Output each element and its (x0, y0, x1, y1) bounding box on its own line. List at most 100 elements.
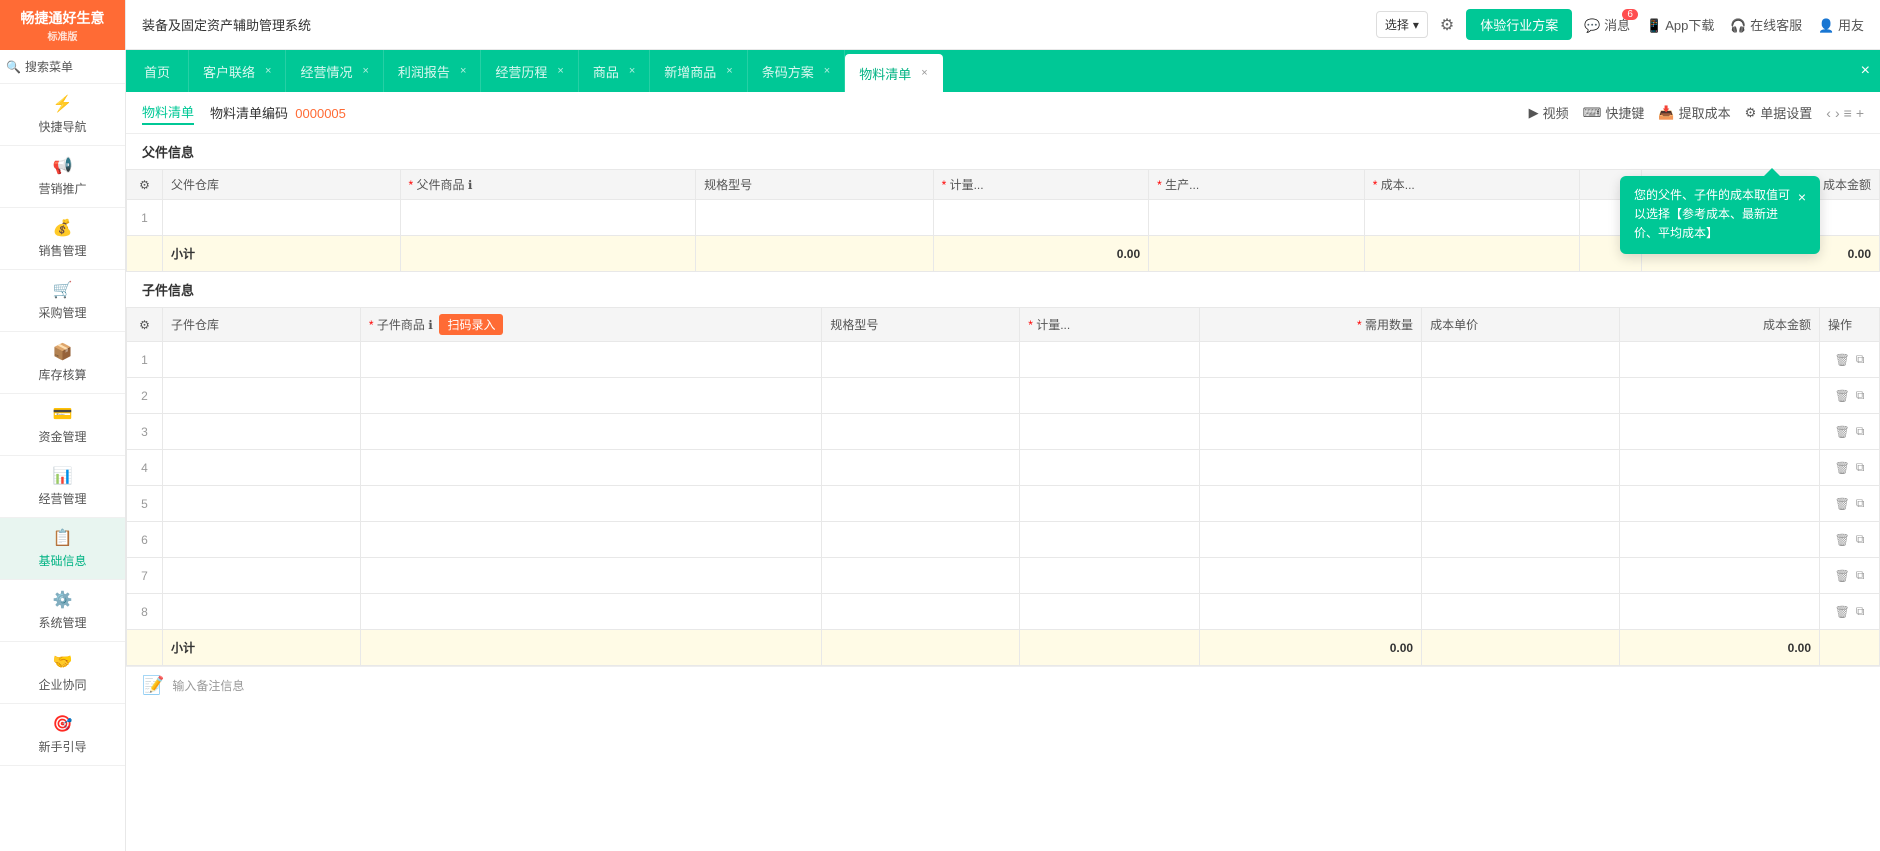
sidebar-item-basic-info[interactable]: 📋 基础信息 (0, 518, 125, 580)
tab-customers[interactable]: 客户联络 × (189, 50, 286, 92)
copy-icon-5[interactable]: ⧉ (1856, 496, 1865, 511)
child-row-6-unit[interactable] (1020, 522, 1200, 558)
child-row-8-needed-qty[interactable] (1199, 594, 1421, 630)
child-row-4-warehouse[interactable] (163, 450, 361, 486)
child-row-8-spec[interactable] (822, 594, 1020, 630)
parent-row-1-spec[interactable] (696, 200, 934, 236)
child-row-5-warehouse[interactable] (163, 486, 361, 522)
child-row-6-warehouse[interactable] (163, 522, 361, 558)
tab-products-close[interactable]: × (629, 65, 635, 77)
parent-row-1-unit[interactable] (933, 200, 1149, 236)
child-row-3-warehouse[interactable] (163, 414, 361, 450)
child-row-8-product[interactable] (360, 594, 821, 630)
tab-operations-status[interactable]: 经营情况 × (286, 50, 383, 92)
child-row-4-unit[interactable] (1020, 450, 1200, 486)
nav-list-btn[interactable]: ≡ (1844, 105, 1852, 121)
child-row-6-unit-cost[interactable] (1422, 522, 1620, 558)
experience-btn[interactable]: 体验行业方案 (1466, 9, 1572, 40)
sidebar-item-quick-nav[interactable]: ⚡ 快捷导航 (0, 84, 125, 146)
subheader-tab-bom-code[interactable]: 物料清单编码 0000005 (210, 101, 346, 124)
nav-add-btn[interactable]: + (1856, 105, 1864, 121)
child-row-4-unit-cost[interactable] (1422, 450, 1620, 486)
system-select[interactable]: 选择 ▾ (1376, 11, 1428, 38)
tab-profit-report[interactable]: 利润报告 × (384, 50, 481, 92)
tooltip-close-btn[interactable]: × (1798, 186, 1806, 208)
sidebar-item-sales[interactable]: 💰 销售管理 (0, 208, 125, 270)
child-row-7-spec[interactable] (822, 558, 1020, 594)
child-row-5-unit[interactable] (1020, 486, 1200, 522)
copy-icon-3[interactable]: ⧉ (1856, 424, 1865, 439)
global-close-btn[interactable]: × (1851, 62, 1880, 80)
delete-icon-7[interactable]: 🗑 (1835, 569, 1850, 583)
tab-new-product[interactable]: 新增商品 × (650, 50, 747, 92)
video-btn[interactable]: ▶ 视频 (1529, 103, 1569, 122)
child-row-3-needed-qty[interactable] (1199, 414, 1421, 450)
child-row-6-product[interactable] (360, 522, 821, 558)
child-row-2-spec[interactable] (822, 378, 1020, 414)
delete-icon-3[interactable]: 🗑 (1835, 425, 1850, 439)
child-col-gear[interactable]: ⚙ (127, 308, 163, 342)
tab-operations-history[interactable]: 经营历程 × (481, 50, 578, 92)
child-row-1-needed-qty[interactable] (1199, 342, 1421, 378)
delete-icon-2[interactable]: 🗑 (1835, 389, 1850, 403)
tab-profit-close[interactable]: × (460, 65, 466, 77)
delete-icon-4[interactable]: 🗑 (1835, 461, 1850, 475)
child-row-2-unit-cost[interactable] (1422, 378, 1620, 414)
child-row-7-unit[interactable] (1020, 558, 1200, 594)
tab-products[interactable]: 商品 × (579, 50, 650, 92)
subheader-tab-bom-list[interactable]: 物料清单 (142, 100, 194, 125)
child-row-7-warehouse[interactable] (163, 558, 361, 594)
copy-icon-7[interactable]: ⧉ (1856, 568, 1865, 583)
copy-icon-4[interactable]: ⧉ (1856, 460, 1865, 475)
child-row-8-unit-cost[interactable] (1422, 594, 1620, 630)
tab-home[interactable]: 首页 (126, 50, 189, 92)
tab-ops-history-close[interactable]: × (557, 65, 563, 77)
child-row-3-unit-cost[interactable] (1422, 414, 1620, 450)
shortcut-btn[interactable]: ⌨ 快捷键 (1583, 103, 1645, 122)
sidebar-item-purchase[interactable]: 🛒 采购管理 (0, 270, 125, 332)
online-service-btn[interactable]: 🎧 在线客服 (1730, 15, 1802, 34)
app-download-btn[interactable]: 📱 App下载 (1646, 15, 1714, 34)
delete-icon-1[interactable]: 🗑 (1835, 353, 1850, 367)
sidebar-item-cooperation[interactable]: 🤝 企业协同 (0, 642, 125, 704)
gear-icon[interactable]: ⚙ (1440, 15, 1454, 35)
child-row-7-unit-cost[interactable] (1422, 558, 1620, 594)
sidebar-item-operations[interactable]: 📊 经营管理 (0, 456, 125, 518)
child-row-1-unit[interactable] (1020, 342, 1200, 378)
child-row-5-needed-qty[interactable] (1199, 486, 1421, 522)
child-row-4-needed-qty[interactable] (1199, 450, 1421, 486)
sidebar-item-marketing[interactable]: 📢 营销推广 (0, 146, 125, 208)
child-row-5-spec[interactable] (822, 486, 1020, 522)
copy-icon-2[interactable]: ⧉ (1856, 388, 1865, 403)
child-row-1-product[interactable] (360, 342, 821, 378)
child-row-2-warehouse[interactable] (163, 378, 361, 414)
child-row-6-spec[interactable] (822, 522, 1020, 558)
child-row-6-needed-qty[interactable] (1199, 522, 1421, 558)
sidebar-item-system[interactable]: ⚙️ 系统管理 (0, 580, 125, 642)
tab-barcode-close[interactable]: × (824, 65, 830, 77)
child-row-8-unit[interactable] (1020, 594, 1200, 630)
scan-input-btn[interactable]: 扫码录入 (439, 314, 503, 335)
copy-icon-6[interactable]: ⧉ (1856, 532, 1865, 547)
child-row-5-product[interactable] (360, 486, 821, 522)
parent-row-1-cost[interactable] (1364, 200, 1580, 236)
receipt-settings-btn[interactable]: ⚙ 单据设置 (1745, 103, 1813, 122)
child-row-1-spec[interactable] (822, 342, 1020, 378)
copy-icon-8[interactable]: ⧉ (1856, 604, 1865, 619)
parent-row-1-warehouse[interactable] (163, 200, 401, 236)
nav-next-btn[interactable]: › (1835, 105, 1840, 121)
tab-bom-close[interactable]: × (921, 67, 927, 79)
child-row-5-unit-cost[interactable] (1422, 486, 1620, 522)
copy-icon-1[interactable]: ⧉ (1856, 352, 1865, 367)
child-row-2-product[interactable] (360, 378, 821, 414)
child-row-7-needed-qty[interactable] (1199, 558, 1421, 594)
parent-row-1-production[interactable] (1149, 200, 1365, 236)
parent-col-gear[interactable]: ⚙ (127, 170, 163, 200)
child-row-1-unit-cost[interactable] (1422, 342, 1620, 378)
sidebar-item-inventory[interactable]: 📦 库存核算 (0, 332, 125, 394)
sidebar-search[interactable]: 🔍 搜索菜单 (0, 50, 125, 84)
messages-btn[interactable]: 💬 6 消息 (1584, 15, 1630, 34)
nav-prev-btn[interactable]: ‹ (1826, 105, 1831, 121)
delete-icon-6[interactable]: 🗑 (1835, 533, 1850, 547)
child-row-3-unit[interactable] (1020, 414, 1200, 450)
